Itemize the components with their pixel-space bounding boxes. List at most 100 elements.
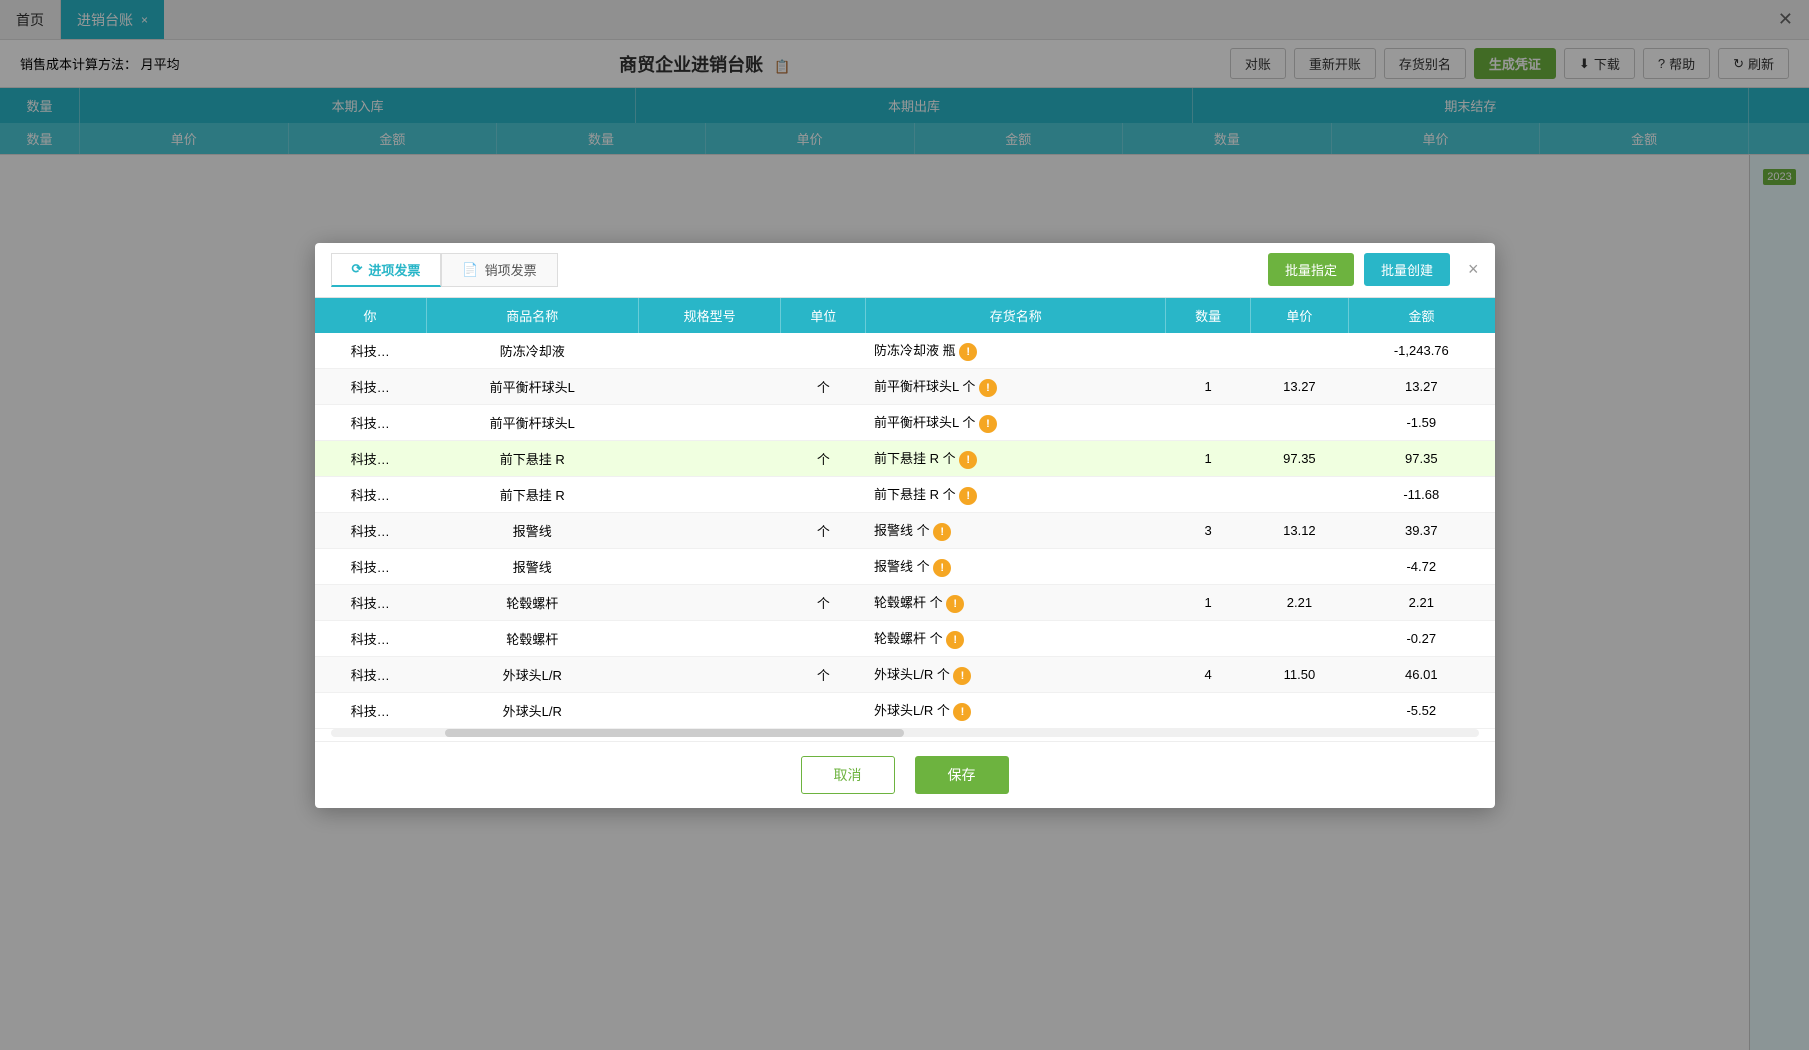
cell-unit: [781, 404, 866, 440]
cell-product: 报警线: [426, 512, 639, 548]
table-row[interactable]: 科技… 报警线 报警线 个 ! -4.72: [315, 548, 1495, 584]
cell-spec: [639, 548, 781, 584]
warning-icon: !: [953, 703, 971, 721]
cell-product: 轮毂螺杆: [426, 620, 639, 656]
table-row[interactable]: 科技… 前下悬挂 R 个 前下悬挂 R 个 ! 1 97.35 97.35: [315, 440, 1495, 476]
cell-spec: [639, 512, 781, 548]
table-row[interactable]: 科技… 轮毂螺杆 个 轮毂螺杆 个 ! 1 2.21 2.21: [315, 584, 1495, 620]
cell-company: 科技…: [315, 476, 427, 512]
table-row[interactable]: 科技… 外球头L/R 个 外球头L/R 个 ! 4 11.50 46.01: [315, 656, 1495, 692]
cell-amount: 2.21: [1348, 584, 1494, 620]
batch-assign-button[interactable]: 批量指定: [1268, 253, 1354, 286]
cell-company: 科技…: [315, 368, 427, 404]
inbound-tab-icon: ⟳: [352, 261, 363, 277]
cell-quantity: 4: [1165, 656, 1250, 692]
cell-amount: -5.52: [1348, 692, 1494, 728]
cell-inventory: 前平衡杆球头L 个 !: [866, 404, 1165, 440]
cell-company: 科技…: [315, 584, 427, 620]
cell-company: 科技…: [315, 548, 427, 584]
cell-product: 报警线: [426, 548, 639, 584]
modal-scrollbar-thumb: [445, 729, 904, 737]
cell-company: 科技…: [315, 656, 427, 692]
th-inventory: 存货名称: [866, 298, 1165, 333]
table-row[interactable]: 科技… 前下悬挂 R 前下悬挂 R 个 ! -11.68: [315, 476, 1495, 512]
th-spec: 规格型号: [639, 298, 781, 333]
warning-icon: !: [946, 631, 964, 649]
cell-unit-price: 11.50: [1251, 656, 1348, 692]
cell-spec: [639, 584, 781, 620]
cell-company: 科技…: [315, 620, 427, 656]
cell-product: 防冻冷却液: [426, 333, 639, 369]
modal-body: 你 商品名称 规格型号 单位 存货名称 数量 单价 金额 科技… 防冻冷却液 防…: [315, 298, 1495, 729]
cell-unit: [781, 548, 866, 584]
cell-amount: 13.27: [1348, 368, 1494, 404]
cell-company: 科技…: [315, 692, 427, 728]
cell-quantity: 3: [1165, 512, 1250, 548]
batch-create-button[interactable]: 批量创建: [1364, 253, 1450, 286]
cell-unit-price: 97.35: [1251, 440, 1348, 476]
cell-unit: 个: [781, 368, 866, 404]
table-row[interactable]: 科技… 前平衡杆球头L 个 前平衡杆球头L 个 ! 1 13.27 13.27: [315, 368, 1495, 404]
cell-company: 科技…: [315, 333, 427, 369]
table-row[interactable]: 科技… 轮毂螺杆 轮毂螺杆 个 ! -0.27: [315, 620, 1495, 656]
cell-amount: 97.35: [1348, 440, 1494, 476]
cell-product: 轮毂螺杆: [426, 584, 639, 620]
cell-quantity: [1165, 548, 1250, 584]
table-row[interactable]: 科技… 外球头L/R 外球头L/R 个 ! -5.52: [315, 692, 1495, 728]
outbound-tab-label: 销项发票: [485, 260, 537, 279]
cell-product: 外球头L/R: [426, 692, 639, 728]
cell-inventory: 防冻冷却液 瓶 !: [866, 333, 1165, 369]
cell-inventory: 外球头L/R 个 !: [866, 656, 1165, 692]
cell-unit-price: [1251, 620, 1348, 656]
save-button[interactable]: 保存: [915, 756, 1009, 794]
cell-unit: [781, 333, 866, 369]
th-unit: 单位: [781, 298, 866, 333]
tab-inbound-invoice[interactable]: ⟳ 进项发票: [331, 253, 442, 287]
cell-unit-price: [1251, 404, 1348, 440]
modal-table: 你 商品名称 规格型号 单位 存货名称 数量 单价 金额 科技… 防冻冷却液 防…: [315, 298, 1495, 729]
cell-amount: -0.27: [1348, 620, 1494, 656]
tab-outbound-invoice[interactable]: 📄 销项发票: [441, 253, 557, 287]
cell-company: 科技…: [315, 404, 427, 440]
cell-unit: [781, 620, 866, 656]
cell-company: 科技…: [315, 512, 427, 548]
cell-unit-price: 13.27: [1251, 368, 1348, 404]
cell-quantity: [1165, 476, 1250, 512]
warning-icon: !: [946, 595, 964, 613]
modal-tabs: ⟳ 进项发票 📄 销项发票: [331, 253, 558, 287]
cell-unit-price: 2.21: [1251, 584, 1348, 620]
modal-header: ⟳ 进项发票 📄 销项发票 批量指定 批量创建 ×: [315, 243, 1495, 298]
cell-unit-price: [1251, 333, 1348, 369]
cell-quantity: [1165, 620, 1250, 656]
warning-icon: !: [959, 487, 977, 505]
cell-inventory: 报警线 个 !: [866, 548, 1165, 584]
cell-spec: [639, 476, 781, 512]
table-row[interactable]: 科技… 报警线 个 报警线 个 ! 3 13.12 39.37: [315, 512, 1495, 548]
th-company: 你: [315, 298, 427, 333]
cell-product: 前下悬挂 R: [426, 440, 639, 476]
cell-amount: -1,243.76: [1348, 333, 1494, 369]
th-quantity: 数量: [1165, 298, 1250, 333]
cell-spec: [639, 333, 781, 369]
th-amount: 金额: [1348, 298, 1494, 333]
cell-quantity: [1165, 333, 1250, 369]
cancel-button[interactable]: 取消: [801, 756, 895, 794]
table-row[interactable]: 科技… 前平衡杆球头L 前平衡杆球头L 个 ! -1.59: [315, 404, 1495, 440]
modal-header-right: 批量指定 批量创建: [1268, 253, 1450, 286]
warning-icon: !: [953, 667, 971, 685]
modal-dialog: ⟳ 进项发票 📄 销项发票 批量指定 批量创建 × 你 商品名称: [315, 243, 1495, 808]
modal-scrollbar[interactable]: [331, 729, 1479, 737]
cell-quantity: [1165, 692, 1250, 728]
modal-footer: 取消 保存: [315, 741, 1495, 808]
modal-close-icon[interactable]: ×: [1468, 259, 1479, 280]
table-row[interactable]: 科技… 防冻冷却液 防冻冷却液 瓶 ! -1,243.76: [315, 333, 1495, 369]
cell-quantity: 1: [1165, 584, 1250, 620]
warning-icon: !: [933, 523, 951, 541]
cell-product: 前平衡杆球头L: [426, 368, 639, 404]
cell-inventory: 前下悬挂 R 个 !: [866, 476, 1165, 512]
modal-table-header: 你 商品名称 规格型号 单位 存货名称 数量 单价 金额: [315, 298, 1495, 333]
cell-unit: [781, 476, 866, 512]
th-unit-price: 单价: [1251, 298, 1348, 333]
modal-table-body: 科技… 防冻冷却液 防冻冷却液 瓶 ! -1,243.76 科技… 前平衡杆球头…: [315, 333, 1495, 729]
warning-icon: !: [933, 559, 951, 577]
